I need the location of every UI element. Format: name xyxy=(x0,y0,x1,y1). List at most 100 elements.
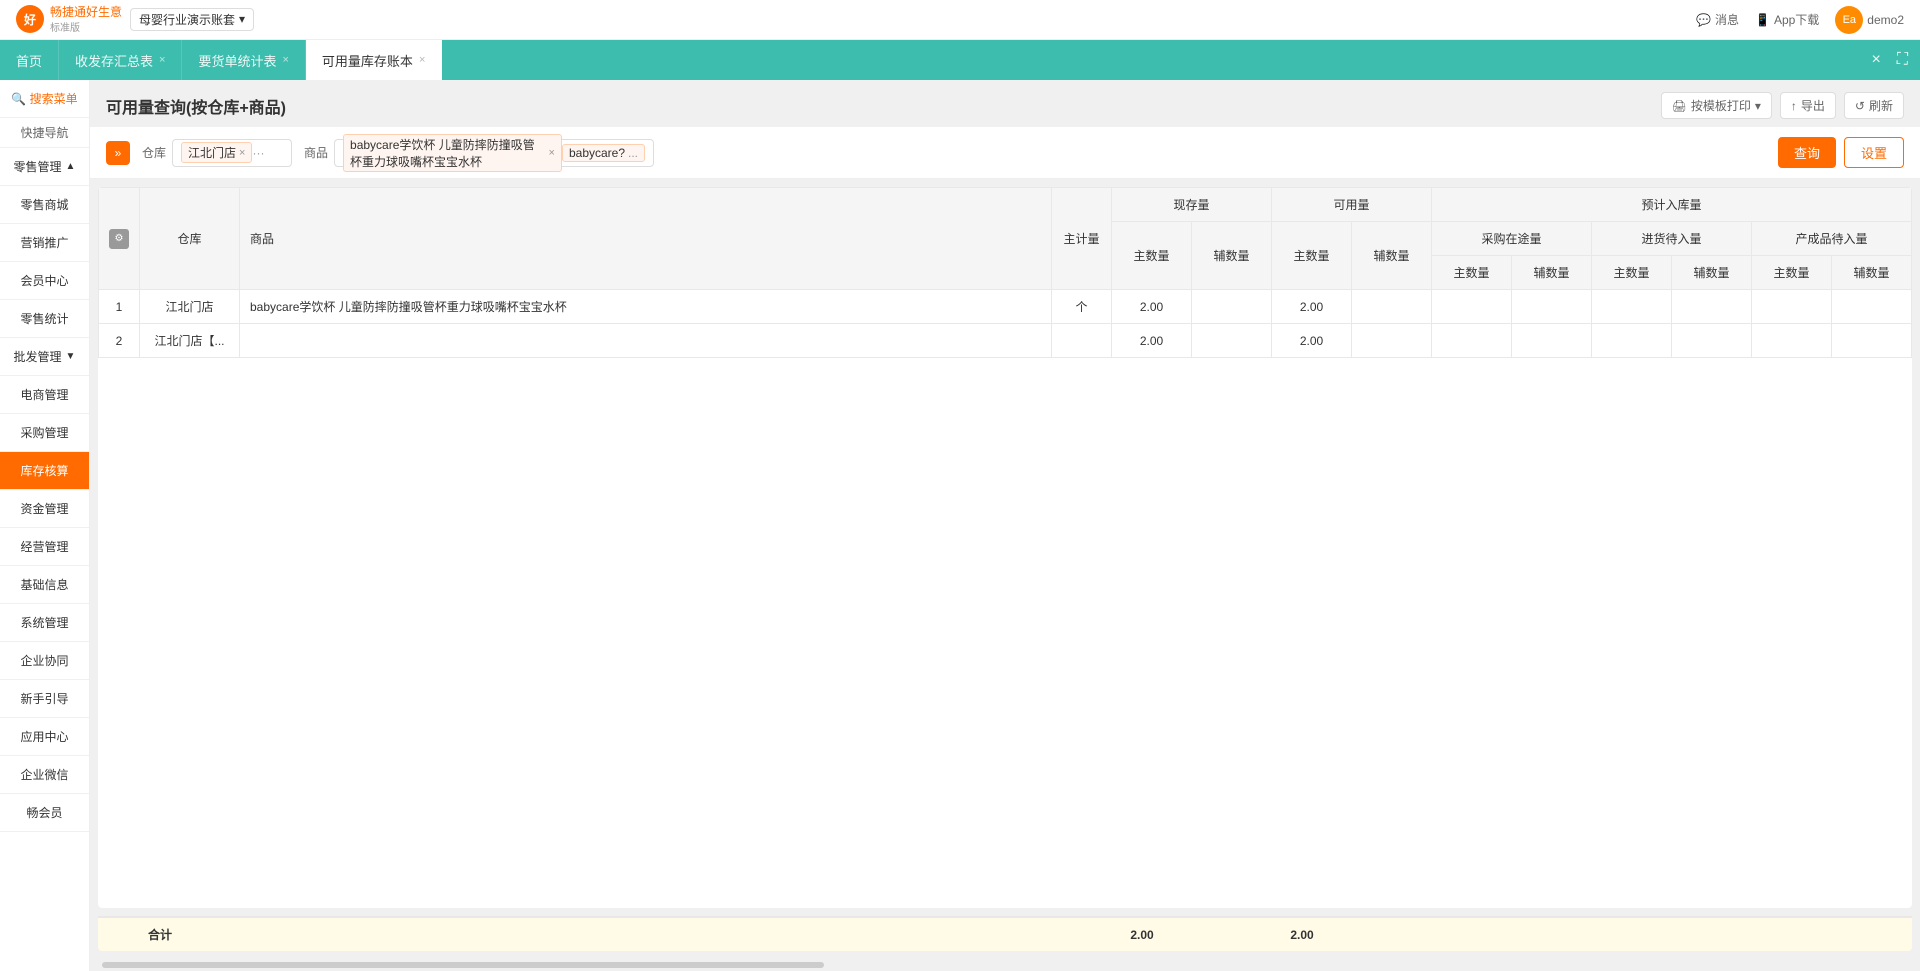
cell-inbound-main xyxy=(1592,290,1672,324)
sidebar-item-member[interactable]: 会员中心 xyxy=(0,262,89,300)
sidebar-item-member-label: 会员中心 xyxy=(20,272,68,289)
industry-label: 母婴行业演示账套 xyxy=(139,11,235,28)
th-available-main: 主数量 xyxy=(1272,222,1352,290)
app-download-btn[interactable]: 📱 App下载 xyxy=(1755,11,1819,28)
cell-available-main: 2.00 xyxy=(1272,324,1352,358)
cell-production-main xyxy=(1752,290,1832,324)
sidebar-item-basic-info[interactable]: 基础信息 xyxy=(0,566,89,604)
nav-tabs-right: × ⛶ xyxy=(1867,47,1920,73)
message-btn[interactable]: 💬 消息 xyxy=(1696,11,1739,28)
warehouse-filter-input[interactable]: 江北门店 × ··· xyxy=(172,139,292,167)
product-filter-input[interactable]: babycare学饮杯 儿童防摔防撞吸管杯重力球吸嘴杯宝宝水杯 × babyca… xyxy=(334,139,654,167)
industry-select[interactable]: 母婴行业演示账套 ▾ xyxy=(130,8,254,31)
sidebar-item-ecommerce[interactable]: 电商管理 xyxy=(0,376,89,414)
sidebar-item-inventory[interactable]: 库存核算 xyxy=(0,452,89,490)
product-tag1-value: babycare学饮杯 儿童防摔防撞吸管杯重力球吸嘴杯宝宝水杯 xyxy=(350,136,546,170)
export-label: 导出 xyxy=(1801,97,1825,114)
sidebar-item-operations[interactable]: 经营管理 xyxy=(0,528,89,566)
th-purchase-aux: 辅数量 xyxy=(1512,256,1592,290)
cell-purchase-aux xyxy=(1512,290,1592,324)
sidebar-item-wholesale[interactable]: 批发管理 ▼ xyxy=(0,338,89,376)
warehouse-tag: 江北门店 × xyxy=(181,142,252,163)
content-area: 可用量查询(按仓库+商品) 🖨 按模板打印 ▾ ↑ 导出 ↺ 刷新 » xyxy=(90,80,1920,971)
cell-purchase-main xyxy=(1432,324,1512,358)
cell-product xyxy=(240,324,1052,358)
scroll-thumb[interactable] xyxy=(102,962,824,968)
avatar-initials: Ea xyxy=(1843,14,1856,26)
cell-warehouse: 江北门店 xyxy=(140,290,240,324)
sidebar-item-purchase[interactable]: 采购管理 xyxy=(0,414,89,452)
download-icon: 📱 xyxy=(1755,13,1770,27)
sidebar-item-new-guide-label: 新手引导 xyxy=(20,690,68,707)
th-production-aux: 辅数量 xyxy=(1832,256,1912,290)
sidebar-item-retail-mall[interactable]: 零售商城 xyxy=(0,186,89,224)
sidebar-item-app-center-label: 应用中心 xyxy=(20,728,68,745)
chevron-down-icon: ▾ xyxy=(239,12,245,26)
th-purchase-main: 主数量 xyxy=(1432,256,1512,290)
sidebar-item-enterprise-collab[interactable]: 企业协同 xyxy=(0,642,89,680)
sidebar-item-system[interactable]: 系统管理 xyxy=(0,604,89,642)
cell-production-aux xyxy=(1832,290,1912,324)
cell-purchase-aux xyxy=(1512,324,1592,358)
logo-sub: 标准版 xyxy=(50,19,122,34)
sidebar-item-member-vip[interactable]: 畅会员 xyxy=(0,794,89,832)
query-btn[interactable]: 查询 xyxy=(1778,137,1836,168)
message-icon: 💬 xyxy=(1696,13,1711,27)
sidebar-item-new-guide[interactable]: 新手引导 xyxy=(0,680,89,718)
refresh-btn[interactable]: ↺ 刷新 xyxy=(1844,92,1904,119)
expand-btn[interactable]: ⛶ xyxy=(1893,47,1912,73)
sidebar-item-enterprise-wechat[interactable]: 企业微信 xyxy=(0,756,89,794)
top-bar-right: 💬 消息 📱 App下载 Ea demo2 xyxy=(1696,6,1904,34)
sidebar-item-retail-mall-label: 零售商城 xyxy=(20,196,68,213)
warehouse-tag-remove[interactable]: × xyxy=(239,147,245,159)
template-print-label: 按模板打印 xyxy=(1691,97,1751,114)
product-tag2: babycare? ... xyxy=(562,144,645,162)
sidebar-item-retail-stats-label: 零售统计 xyxy=(20,310,68,327)
print-icon: 🖨 xyxy=(1672,99,1687,113)
sidebar-item-purchase-label: 采购管理 xyxy=(20,424,68,441)
th-warehouse: 仓库 xyxy=(140,188,240,290)
template-print-btn[interactable]: 🖨 按模板打印 ▾ xyxy=(1661,92,1772,119)
logo: 好 畅捷通好生意 标准版 xyxy=(16,5,122,34)
tab-order-stats-close[interactable]: × xyxy=(282,54,288,66)
close-all-tabs-btn[interactable]: × xyxy=(1867,47,1884,73)
export-btn[interactable]: ↑ 导出 xyxy=(1780,92,1836,119)
product-tag2-value: babycare? xyxy=(569,146,625,160)
sidebar-item-retail-stats[interactable]: 零售统计 xyxy=(0,300,89,338)
cell-inbound-main xyxy=(1592,324,1672,358)
tab-available-stock-close[interactable]: × xyxy=(419,54,425,66)
avatar: Ea xyxy=(1835,6,1863,34)
tab-available-stock[interactable]: 可用量库存账本 × xyxy=(306,40,442,80)
cell-no: 2 xyxy=(99,324,140,358)
page-actions: 🖨 按模板打印 ▾ ↑ 导出 ↺ 刷新 xyxy=(1661,92,1904,119)
tab-order-stats[interactable]: 要货单统计表 × xyxy=(182,40,305,80)
sidebar-item-app-center[interactable]: 应用中心 xyxy=(0,718,89,756)
sidebar-item-finance[interactable]: 资金管理 xyxy=(0,490,89,528)
search-icon: 🔍 xyxy=(11,92,26,106)
th-purchase-transit: 采购在途量 xyxy=(1432,222,1592,256)
cell-product: babycare学饮杯 儿童防摔防撞吸管杯重力球吸嘴杯宝宝水杯 xyxy=(240,290,1052,324)
product-tag1-remove[interactable]: × xyxy=(549,147,555,159)
filter-settings-btn[interactable]: 设置 xyxy=(1844,137,1904,168)
tab-receive-summary[interactable]: 收发存汇总表 × xyxy=(59,40,182,80)
message-label: 消息 xyxy=(1715,11,1739,28)
sidebar-search[interactable]: 🔍 搜索菜单 xyxy=(0,80,89,118)
sidebar-quick-nav[interactable]: 快捷导航 xyxy=(0,118,89,148)
warehouse-filter-ellipsis[interactable]: ··· xyxy=(252,146,264,160)
th-main-unit: 主计量 xyxy=(1052,188,1112,290)
cell-available-aux xyxy=(1352,290,1432,324)
cell-production-main xyxy=(1752,324,1832,358)
sidebar-item-marketing-label: 营销推广 xyxy=(20,234,68,251)
sidebar-item-retail[interactable]: 零售管理 ▲ xyxy=(0,148,89,186)
user-info[interactable]: Ea demo2 xyxy=(1835,6,1904,34)
sidebar-item-enterprise-collab-label: 企业协同 xyxy=(20,652,68,669)
bottom-scrollbar[interactable] xyxy=(98,959,1912,971)
tab-receive-summary-close[interactable]: × xyxy=(159,54,165,66)
logo-text: 畅捷通好生意 xyxy=(50,5,122,19)
tab-home[interactable]: 首页 xyxy=(0,40,59,80)
sidebar-item-marketing[interactable]: 营销推广 xyxy=(0,224,89,262)
warehouse-tag-value: 江北门店 xyxy=(188,144,236,161)
chevron-down-icon: ▼ xyxy=(66,351,76,362)
filter-expand-btn[interactable]: » xyxy=(106,141,130,165)
settings-gear-icon[interactable]: ⚙ xyxy=(109,229,129,249)
